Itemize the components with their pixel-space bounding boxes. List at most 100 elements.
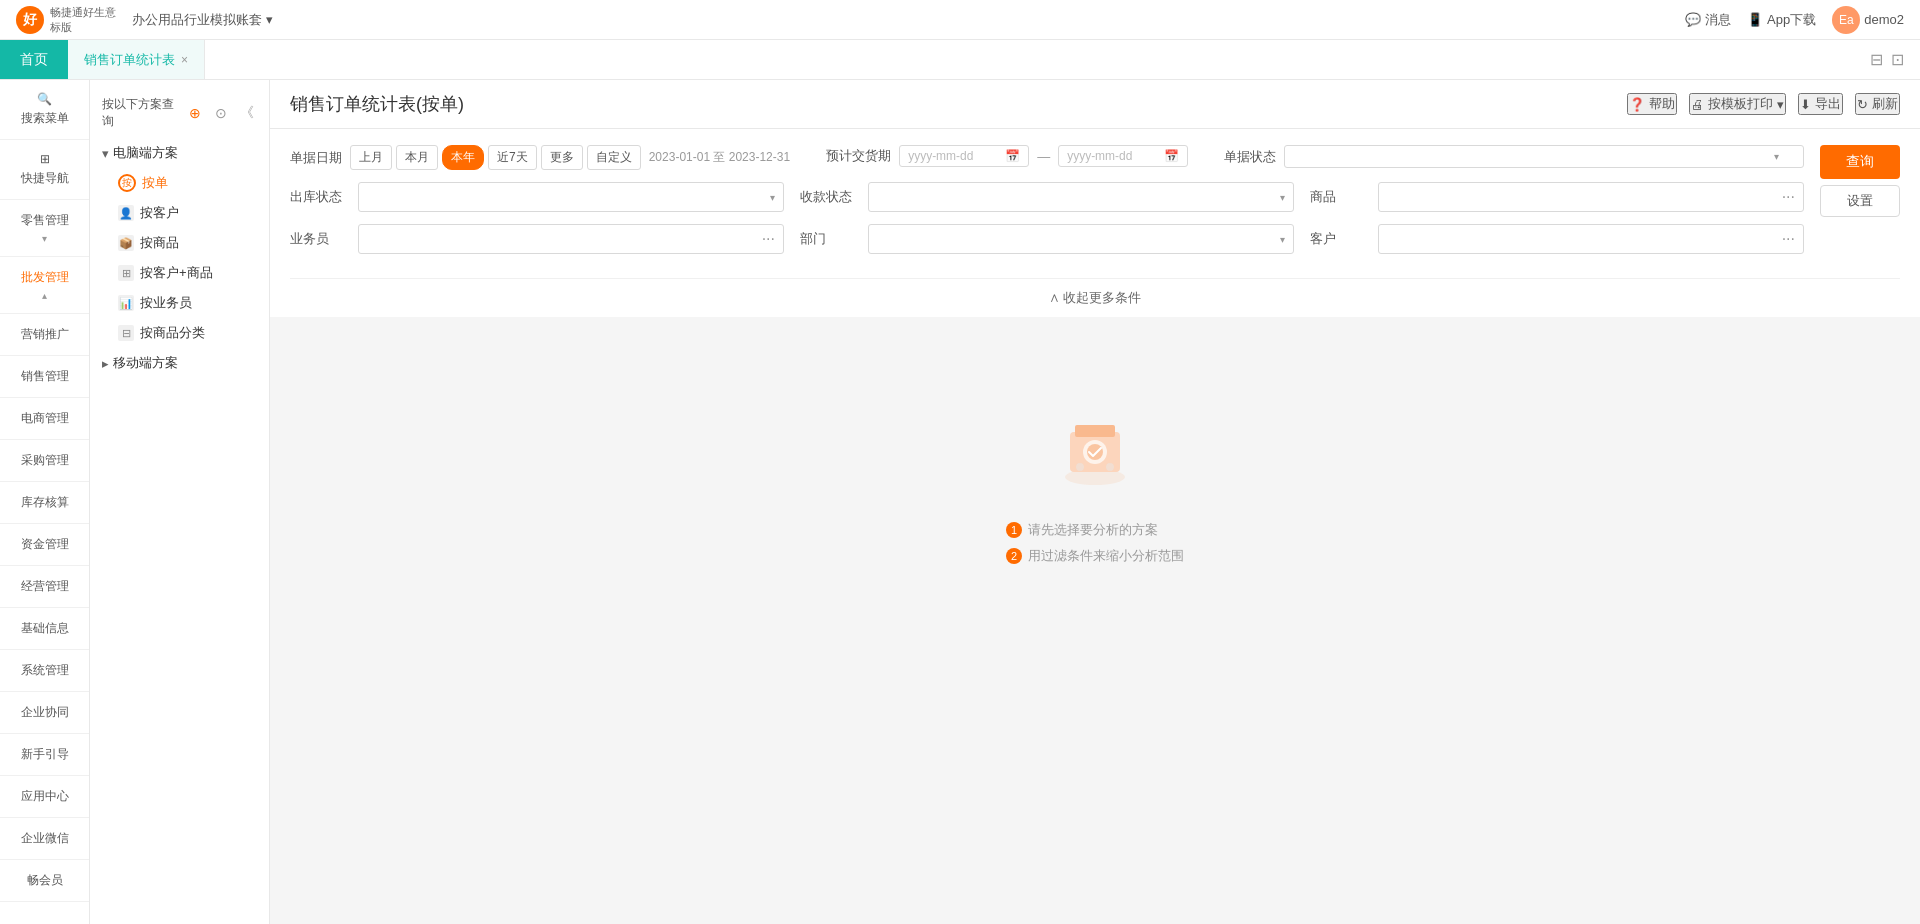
message-btn[interactable]: 💬 消息 <box>1685 11 1731 29</box>
sidebar-item-enterprise[interactable]: 企业协同 <box>0 692 89 734</box>
user-area[interactable]: Ea demo2 <box>1832 6 1904 34</box>
export-icon: ⬇ <box>1800 97 1811 112</box>
btn-last-month[interactable]: 上月 <box>350 145 392 170</box>
tree-arrow-icon: ▾ <box>102 146 109 161</box>
sidebar-item-purchase[interactable]: 采购管理 <box>0 440 89 482</box>
delivery-status-select[interactable]: ▾ <box>358 182 784 212</box>
solution-by-category[interactable]: ⊟ 按商品分类 <box>98 318 269 348</box>
company-selector[interactable]: 办公用品行业模拟账套 ▾ <box>124 7 281 33</box>
filter-row-3: 业务员 ··· 部门 ▾ <box>290 224 1804 254</box>
payment-status-select[interactable]: ▾ <box>868 182 1294 212</box>
salesperson-more-icon[interactable]: ··· <box>762 230 775 248</box>
filter-row-1: 单据日期 上月 本月 本年 近7天 更多 自定义 <box>290 145 1804 170</box>
sidebar-item-operation[interactable]: 经营管理 <box>0 566 89 608</box>
sidebar-item-member[interactable]: 畅会员 <box>0 860 89 902</box>
sidebar-item-finance[interactable]: 资金管理 <box>0 524 89 566</box>
sidebar-search-menu[interactable]: 🔍 搜索菜单 <box>0 80 89 140</box>
department-filter: 部门 ▾ <box>800 224 1294 254</box>
main-layout: 🔍 搜索菜单 ⊞ 快捷导航 零售管理 ▾ 批发管理 ▴ 营销推广 销售管理 电商… <box>0 80 1920 924</box>
goods-icon: 📦 <box>118 235 134 251</box>
dept-chevron-icon: ▾ <box>1280 234 1285 245</box>
empty-tips: 1 请先选择要分析的方案 2 用过滤条件来缩小分析范围 <box>1006 517 1184 569</box>
nav-icon: ⊞ <box>40 152 50 166</box>
goods-filter: 商品 ··· <box>1310 182 1804 212</box>
print-icon: 🖨 <box>1691 97 1704 112</box>
refresh-icon: ↻ <box>1857 97 1868 112</box>
help-icon: ❓ <box>1629 97 1645 112</box>
maximize-icon[interactable]: ⊡ <box>1891 50 1904 69</box>
message-icon: 💬 <box>1685 12 1701 27</box>
empty-state: 1 请先选择要分析的方案 2 用过滤条件来缩小分析范围 <box>270 317 1920 649</box>
customer-more-icon[interactable]: ··· <box>1782 230 1795 248</box>
app-download-btn[interactable]: 📱 App下载 <box>1747 11 1816 29</box>
btn-last-7-days[interactable]: 近7天 <box>488 145 537 170</box>
tree-mobile-solutions[interactable]: ▸ 移动端方案 <box>90 348 269 378</box>
tab-home[interactable]: 首页 <box>0 40 68 79</box>
goods-input[interactable]: ··· <box>1378 182 1804 212</box>
minimize-icon[interactable]: ⊟ <box>1870 50 1883 69</box>
top-bar-left: 好 畅捷通好生意 标版 办公用品行业模拟账套 ▾ <box>16 5 281 34</box>
refresh-btn[interactable]: ↻ 刷新 <box>1855 93 1900 115</box>
help-btn[interactable]: ❓ 帮助 <box>1627 93 1677 115</box>
salesperson-input[interactable]: ··· <box>358 224 784 254</box>
tree-pc-solutions[interactable]: ▾ 电脑端方案 <box>90 138 269 168</box>
main-panel: 销售订单统计表(按单) ❓ 帮助 🖨 按模板打印 ▾ ⬇ 导出 <box>270 80 1920 924</box>
tab-close-icon[interactable]: × <box>181 53 188 67</box>
print-btn[interactable]: 🖨 按模板打印 ▾ <box>1689 93 1786 115</box>
sidebar-item-system[interactable]: 系统管理 <box>0 650 89 692</box>
collapse-panel-icon[interactable]: 《 <box>237 103 257 123</box>
date-input-to[interactable]: yyyy-mm-dd 📅 <box>1058 145 1188 167</box>
goods-more-icon[interactable]: ··· <box>1782 188 1795 206</box>
setting-button[interactable]: 设置 <box>1820 185 1900 217</box>
search-icon: 🔍 <box>37 92 52 106</box>
sidebar-item-retail[interactable]: 零售管理 ▾ <box>0 200 89 257</box>
solution-by-salesperson[interactable]: 📊 按业务员 <box>98 288 269 318</box>
solution-by-customer[interactable]: 👤 按客户 <box>98 198 269 228</box>
export-btn[interactable]: ⬇ 导出 <box>1798 93 1843 115</box>
bar-icon: 📊 <box>118 295 134 311</box>
add-solution-icon[interactable]: ⊕ <box>185 103 205 123</box>
chevron-down-icon: ▾ <box>266 12 273 27</box>
sidebar-item-basic[interactable]: 基础信息 <box>0 608 89 650</box>
tree-arrow-right-icon: ▸ <box>102 356 109 371</box>
phone-icon: 📱 <box>1747 12 1763 27</box>
solution-by-bill[interactable]: 按 按单 <box>98 168 269 198</box>
collapse-more-btn[interactable]: ∧ 收起更多条件 <box>290 278 1900 317</box>
sidebar-item-sales[interactable]: 销售管理 <box>0 356 89 398</box>
salesperson-filter: 业务员 ··· <box>290 224 784 254</box>
btn-custom-date[interactable]: 自定义 <box>587 145 641 170</box>
sidebar-item-appcenter[interactable]: 应用中心 <box>0 776 89 818</box>
sidebar-quick-nav[interactable]: ⊞ 快捷导航 <box>0 140 89 200</box>
customer-input[interactable]: ··· <box>1378 224 1804 254</box>
date-btn-group: 上月 本月 本年 近7天 更多 自定义 <box>350 145 641 170</box>
date-input-from[interactable]: yyyy-mm-dd 📅 <box>899 145 1029 167</box>
solution-by-customer-goods[interactable]: ⊞ 按客户+商品 <box>98 258 269 288</box>
delivery-chevron-icon: ▾ <box>770 192 775 203</box>
department-select[interactable]: ▾ <box>868 224 1294 254</box>
btn-this-month[interactable]: 本月 <box>396 145 438 170</box>
page-title: 销售订单统计表(按单) <box>290 92 464 116</box>
page-actions: ❓ 帮助 🖨 按模板打印 ▾ ⬇ 导出 ↻ 刷新 <box>1627 93 1900 115</box>
btn-more-date[interactable]: 更多 <box>541 145 583 170</box>
sidebar-item-guide[interactable]: 新手引导 <box>0 734 89 776</box>
sidebar-item-wechat[interactable]: 企业微信 <box>0 818 89 860</box>
sidebar-item-ecommerce[interactable]: 电商管理 <box>0 398 89 440</box>
settings-icon[interactable]: ⊙ <box>211 103 231 123</box>
tab-bar: 首页 销售订单统计表 × ⊟ ⊡ <box>0 40 1920 80</box>
top-bar: 好 畅捷通好生意 标版 办公用品行业模拟账套 ▾ 💬 消息 📱 App下载 Ea… <box>0 0 1920 40</box>
solution-by-goods[interactable]: 📦 按商品 <box>98 228 269 258</box>
query-button[interactable]: 查询 <box>1820 145 1900 179</box>
sidebar-item-marketing[interactable]: 营销推广 <box>0 314 89 356</box>
empty-tip-1: 1 请先选择要分析的方案 <box>1006 517 1184 543</box>
calendar-icon-2: 📅 <box>1164 149 1179 163</box>
tab-sales-stats[interactable]: 销售订单统计表 × <box>68 40 205 79</box>
sidebar-item-inventory[interactable]: 库存核算 <box>0 482 89 524</box>
page-header: 销售订单统计表(按单) ❓ 帮助 🖨 按模板打印 ▾ ⬇ 导出 <box>270 80 1920 129</box>
bill-status-select[interactable]: ▾ <box>1284 145 1804 168</box>
filter-container: 单据日期 上月 本月 本年 近7天 更多 自定义 <box>270 129 1920 317</box>
logo-area: 好 畅捷通好生意 标版 <box>16 5 116 34</box>
combine-icon: ⊞ <box>118 265 134 281</box>
sidebar-item-wholesale[interactable]: 批发管理 ▴ <box>0 257 89 314</box>
calendar-icon: 📅 <box>1005 149 1020 163</box>
btn-this-year[interactable]: 本年 <box>442 145 484 170</box>
